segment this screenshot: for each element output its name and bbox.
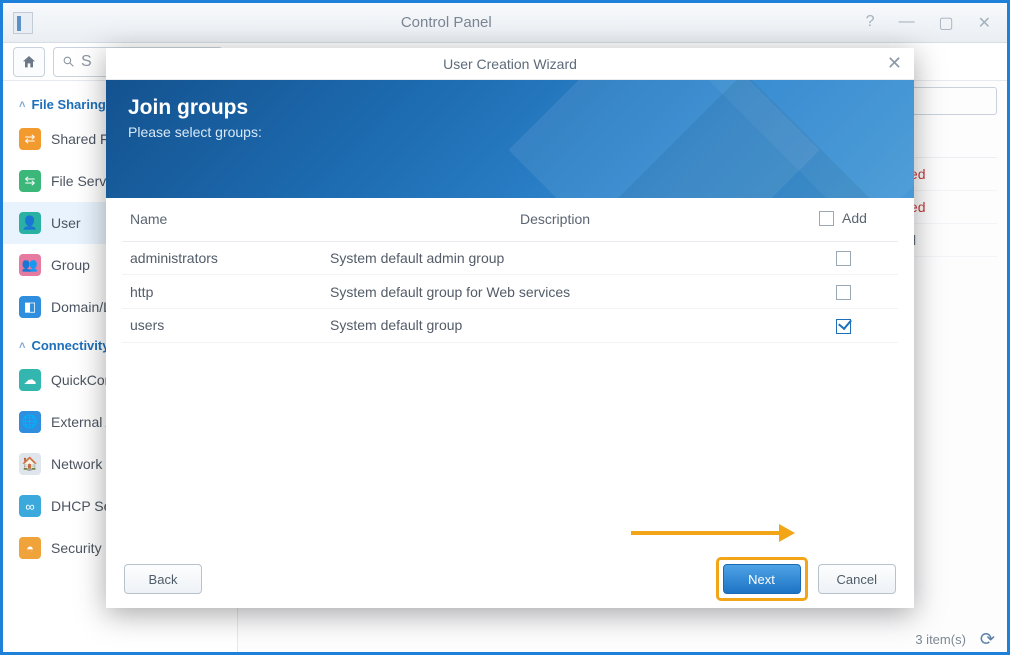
arrow-annotation [631, 524, 795, 542]
group-desc: System default group for Web services [322, 275, 788, 309]
chevron-up-icon: ˄ [19, 340, 25, 352]
maximize-button[interactable]: ▢ [932, 11, 959, 35]
globe-icon: 🌐 [19, 411, 41, 433]
dialog-titlebar: User Creation Wizard ✕ [106, 48, 914, 80]
cancel-button[interactable]: Cancel [818, 564, 896, 594]
shield-icon: ◓ [19, 537, 41, 559]
group-checkbox[interactable] [836, 251, 851, 266]
next-button[interactable]: Next [723, 564, 801, 594]
help-button[interactable]: ? [860, 11, 881, 35]
window-title: Control Panel [33, 14, 860, 31]
group-name: users [122, 309, 322, 343]
group-name: administrators [122, 241, 322, 275]
chevron-up-icon: ˄ [19, 99, 25, 111]
close-window-button[interactable]: ✕ [972, 11, 997, 35]
group-name: http [122, 275, 322, 309]
minimize-button[interactable]: — [892, 11, 920, 35]
window-titlebar: Control Panel ? — ▢ ✕ [3, 3, 1007, 43]
group-row: administrators System default admin grou… [122, 241, 898, 275]
dialog-title: User Creation Wizard [443, 56, 577, 72]
col-add: Add [788, 198, 898, 241]
back-button[interactable]: Back [124, 564, 202, 594]
group-checkbox[interactable] [836, 285, 851, 300]
search-placeholder: S [81, 53, 92, 71]
groups-table: Name Description Add administrators Syst… [122, 198, 898, 343]
file-services-icon: ⇆ [19, 170, 41, 192]
home-icon [21, 54, 37, 70]
group-row: http System default group for Web servic… [122, 275, 898, 309]
dialog-banner: Join groups Please select groups: [106, 80, 914, 198]
home-button[interactable] [13, 47, 45, 77]
highlight-annotation: Next [716, 557, 808, 601]
group-row: users System default group [122, 309, 898, 343]
col-description: Description [322, 198, 788, 241]
app-icon [13, 12, 33, 34]
cloud-icon: ☁ [19, 369, 41, 391]
user-creation-wizard-dialog: User Creation Wizard ✕ Join groups Pleas… [106, 48, 914, 608]
col-name: Name [122, 198, 322, 241]
folder-share-icon: ⇄ [19, 128, 41, 150]
group-checkbox[interactable] [836, 319, 851, 334]
network-icon: 🏠 [19, 453, 41, 475]
item-count: 3 item(s) [915, 632, 966, 647]
add-all-checkbox[interactable] [819, 211, 834, 226]
refresh-button[interactable]: ⟳ [980, 629, 995, 650]
user-icon: 👤 [19, 212, 41, 234]
dialog-buttons: Back Next Cancel [106, 550, 914, 608]
group-desc: System default group [322, 309, 788, 343]
close-dialog-button[interactable]: ✕ [887, 53, 902, 74]
group-desc: System default admin group [322, 241, 788, 275]
domain-icon: ◧ [19, 296, 41, 318]
search-icon [62, 55, 75, 68]
group-icon: 👥 [19, 254, 41, 276]
dhcp-icon: ∞ [19, 495, 41, 517]
